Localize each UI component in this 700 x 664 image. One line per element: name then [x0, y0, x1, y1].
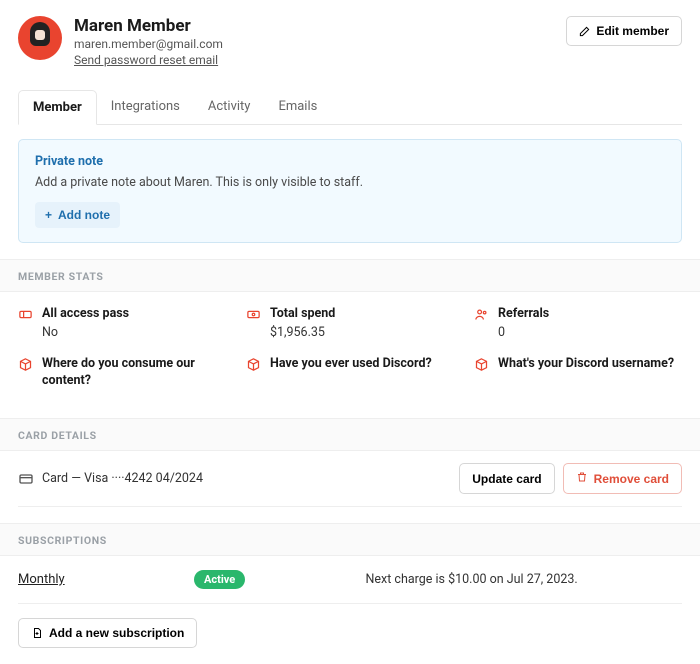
- tab-activity[interactable]: Activity: [194, 90, 265, 125]
- member-email: maren.member@gmail.com: [74, 37, 223, 51]
- remove-card-button[interactable]: Remove card: [563, 463, 682, 494]
- private-note-desc: Add a private note about Maren. This is …: [35, 175, 665, 190]
- pencil-icon: [579, 26, 590, 37]
- add-note-label: Add note: [58, 208, 110, 222]
- stat-label: Have you ever used Discord?: [270, 356, 432, 373]
- stat-label: Referrals: [498, 306, 549, 323]
- member-name: Maren Member: [74, 16, 223, 36]
- subscription-row: Monthly Active Next charge is $10.00 on …: [18, 556, 682, 604]
- section-title-subscriptions: SUBSCRIPTIONS: [0, 523, 700, 556]
- ticket-icon: [18, 307, 33, 322]
- stat-label: Where do you consume our content?: [42, 356, 226, 390]
- subscription-name-link[interactable]: Monthly: [18, 572, 178, 587]
- box-icon: [18, 357, 33, 372]
- private-note-title: Private note: [35, 154, 665, 169]
- add-note-button[interactable]: + Add note: [35, 202, 120, 228]
- tab-integrations[interactable]: Integrations: [97, 90, 194, 125]
- box-icon: [246, 357, 261, 372]
- stat-label: Total spend: [270, 306, 335, 323]
- stat-label: What's your Discord username?: [498, 356, 674, 373]
- add-subscription-label: Add a new subscription: [49, 626, 184, 640]
- credit-card-icon: [18, 471, 34, 487]
- card-summary: Card — Visa ····4242 04/2024: [42, 471, 203, 486]
- stat-value: $1,956.35: [270, 325, 335, 340]
- section-title-stats: MEMBER STATS: [0, 259, 700, 292]
- tab-member[interactable]: Member: [18, 90, 97, 125]
- avatar: [18, 16, 62, 60]
- trash-icon: [576, 471, 588, 486]
- update-card-label: Update card: [472, 472, 541, 486]
- stat-label: All access pass: [42, 306, 129, 323]
- edit-member-button[interactable]: Edit member: [566, 16, 682, 46]
- send-password-reset-link[interactable]: Send password reset email: [74, 53, 218, 67]
- add-subscription-button[interactable]: Add a new subscription: [18, 618, 197, 648]
- people-icon: [474, 307, 489, 322]
- money-icon: [246, 307, 261, 322]
- status-badge: Active: [194, 570, 245, 589]
- section-title-card: CARD DETAILS: [0, 418, 700, 451]
- edit-member-label: Edit member: [596, 24, 669, 38]
- tabs: Member Integrations Activity Emails: [18, 90, 682, 125]
- subscription-next-charge: Next charge is $10.00 on Jul 27, 2023.: [261, 572, 682, 587]
- tab-emails[interactable]: Emails: [264, 90, 331, 125]
- remove-card-label: Remove card: [594, 472, 669, 486]
- stat-value: No: [42, 325, 129, 340]
- box-icon: [474, 357, 489, 372]
- private-note-box: Private note Add a private note about Ma…: [18, 139, 682, 243]
- update-card-button[interactable]: Update card: [459, 463, 554, 494]
- document-plus-icon: [31, 626, 43, 640]
- stat-value: 0: [498, 325, 549, 340]
- plus-icon: +: [45, 208, 52, 222]
